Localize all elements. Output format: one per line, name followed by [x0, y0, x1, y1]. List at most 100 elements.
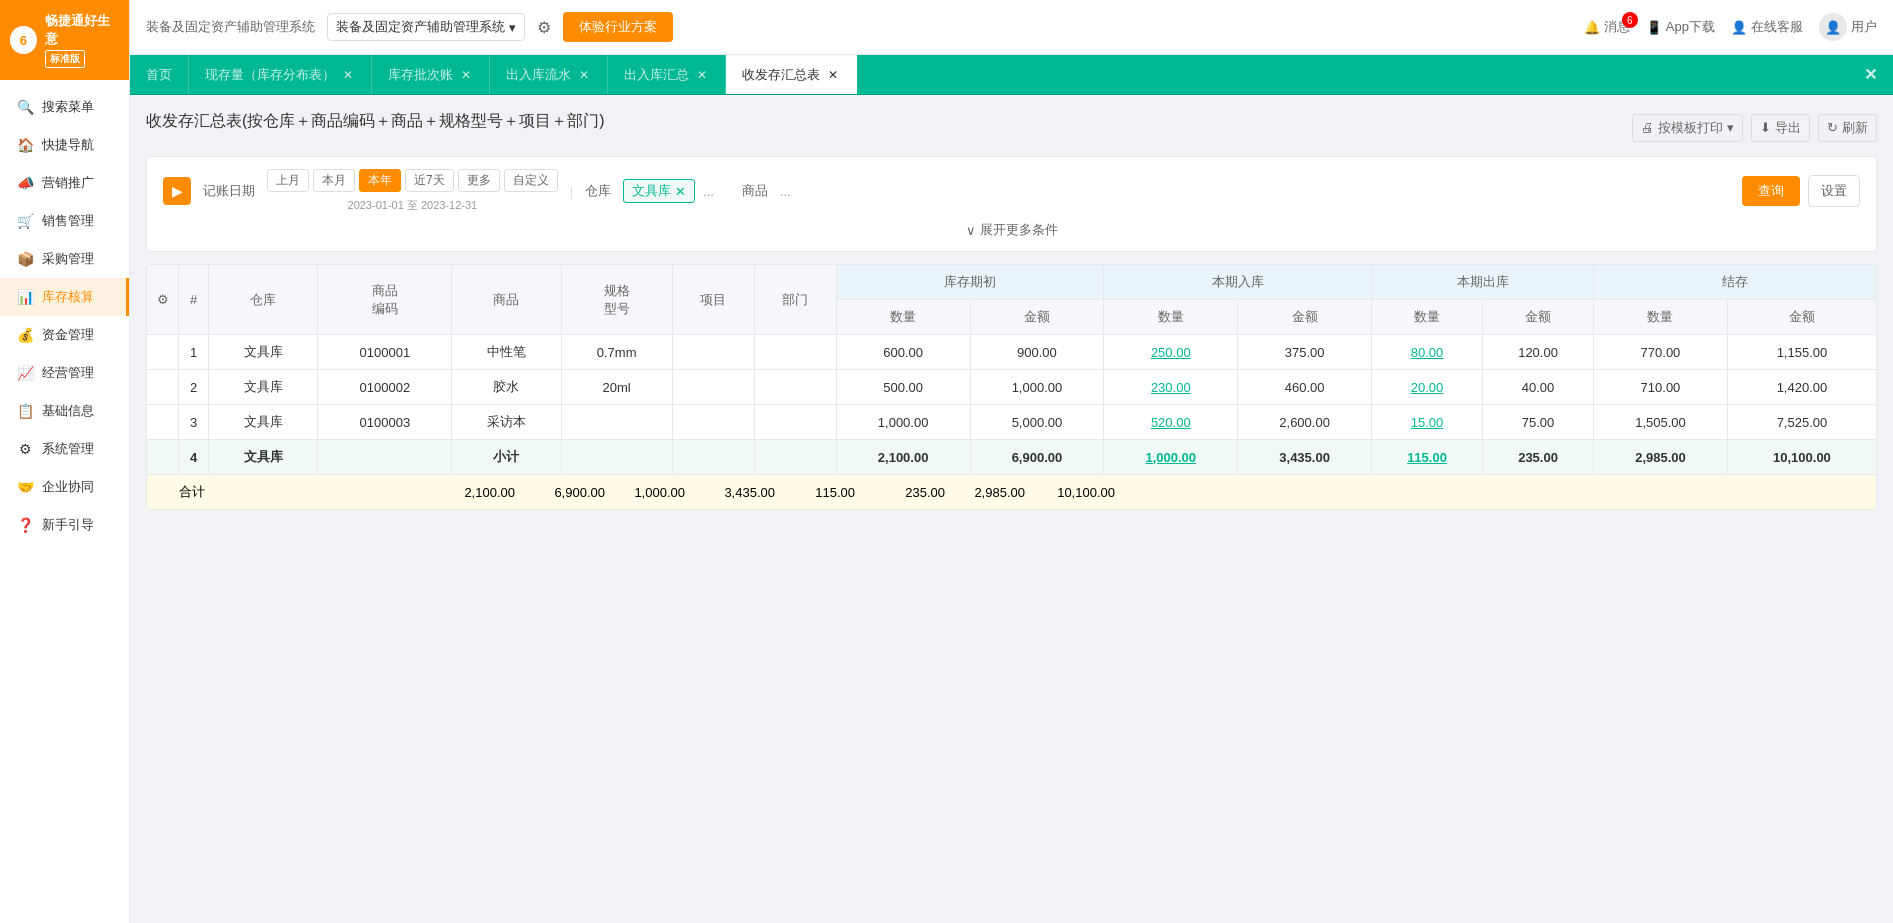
notifications-btn[interactable]: 🔔 消息 6 [1584, 18, 1630, 36]
table-container: ⚙ # 仓库 商品编码 商品 规格型号 项目 部门 库存期初 本期入库 本期出库… [146, 264, 1877, 510]
chevron-down-expand-icon: ∨ [966, 223, 976, 238]
trial-button[interactable]: 体验行业方案 [563, 12, 673, 42]
data-cell: 7,525.00 [1727, 405, 1876, 440]
link-cell[interactable]: 80.00 [1372, 335, 1483, 370]
tab-flow[interactable]: 出入库流水 ✕ [490, 55, 608, 95]
settings-icon[interactable]: ⚙ [537, 18, 551, 37]
date-btn-this-month[interactable]: 本月 [313, 169, 355, 192]
data-cell: 770.00 [1594, 335, 1728, 370]
sidebar-item-marketing[interactable]: 📣 营销推广 [0, 164, 129, 202]
filter-row-main: ▶ 记账日期 上月 本月 本年 近7天 更多 自定义 2023-01-01 至 … [163, 169, 1860, 213]
filter-collapse-btn[interactable]: ▶ [163, 177, 191, 205]
data-cell [672, 335, 754, 370]
tab-batch-close[interactable]: ✕ [459, 68, 473, 82]
sidebar-item-purchase[interactable]: 📦 采购管理 [0, 240, 129, 278]
col-open-amt-header: 金额 [970, 300, 1104, 335]
data-cell: 500.00 [836, 370, 970, 405]
header: 装备及固定资产辅助管理系统 装备及固定资产辅助管理系统 ▾ ⚙ 体验行业方案 🔔… [130, 0, 1893, 55]
sidebar-item-operations[interactable]: 📈 经营管理 [0, 354, 129, 392]
sidebar-item-system[interactable]: ⚙ 系统管理 [0, 430, 129, 468]
chevron-down-icon: ▾ [509, 20, 516, 35]
sidebar-item-guide[interactable]: ❓ 新手引导 [0, 506, 129, 544]
online-service-btn[interactable]: 👤 在线客服 [1731, 18, 1803, 36]
online-service-label: 在线客服 [1751, 18, 1803, 36]
data-cell: 小计 [452, 440, 561, 475]
link-cell[interactable]: 250.00 [1104, 335, 1238, 370]
sidebar-item-quick-nav[interactable]: 🏠 快捷导航 [0, 126, 129, 164]
date-btn-custom[interactable]: 自定义 [504, 169, 558, 192]
marketing-icon: 📣 [16, 174, 34, 192]
goods-dots[interactable]: ... [780, 184, 791, 199]
sidebar-item-finance[interactable]: 💰 资金管理 [0, 316, 129, 354]
tab-stock-dist-close[interactable]: ✕ [341, 68, 355, 82]
tab-stock-dist[interactable]: 现存量（库存分布表） ✕ [189, 55, 372, 95]
setting-button[interactable]: 设置 [1808, 175, 1860, 207]
tab-collect-summary-close[interactable]: ✕ [826, 68, 840, 82]
tab-batch[interactable]: 库存批次账 ✕ [372, 55, 490, 95]
sidebar-label-system: 系统管理 [42, 440, 94, 458]
sidebar-item-search[interactable]: 🔍 搜索菜单 [0, 88, 129, 126]
warehouse-filter: 文具库 ✕ ... [623, 179, 714, 203]
tabs-bar: 首页 现存量（库存分布表） ✕ 库存批次账 ✕ 出入库流水 ✕ 出入库汇总 ✕ … [130, 55, 1893, 95]
date-btn-last-month[interactable]: 上月 [267, 169, 309, 192]
col-in-amt-header: 金额 [1238, 300, 1372, 335]
tab-home[interactable]: 首页 [130, 55, 189, 95]
user-menu[interactable]: 👤 用户 [1819, 13, 1877, 41]
tab-stock-dist-label: 现存量（库存分布表） [205, 66, 335, 84]
close-all-tabs[interactable]: ✕ [1848, 65, 1893, 84]
data-cell: 4 [179, 440, 209, 475]
data-cell: 10,100.00 [1727, 440, 1876, 475]
print-btn[interactable]: 🖨 按模板打印 ▾ [1632, 114, 1743, 142]
row-settings [147, 335, 179, 370]
data-cell: 710.00 [1594, 370, 1728, 405]
col-warehouse-header: 仓库 [209, 265, 318, 335]
date-btn-7days[interactable]: 近7天 [405, 169, 454, 192]
sidebar-item-base-info[interactable]: 📋 基础信息 [0, 392, 129, 430]
link-cell[interactable]: 520.00 [1104, 405, 1238, 440]
data-cell [754, 335, 836, 370]
tab-flow-close[interactable]: ✕ [577, 68, 591, 82]
expand-more-btn[interactable]: ∨ 展开更多条件 [163, 221, 1860, 239]
sidebar-item-sales[interactable]: 🛒 销售管理 [0, 202, 129, 240]
data-cell: 0.7mm [561, 335, 672, 370]
service-icon: 👤 [1731, 20, 1747, 35]
sidebar-label-quick-nav: 快捷导航 [42, 136, 94, 154]
date-btn-more[interactable]: 更多 [458, 169, 500, 192]
sidebar-item-inventory[interactable]: 📊 库存核算 [0, 278, 129, 316]
col-balance-header: 结存 [1594, 265, 1877, 300]
logo-text: 畅捷通好生意 标准版 [45, 12, 119, 68]
link-cell[interactable]: 15.00 [1372, 405, 1483, 440]
system-selector[interactable]: 装备及固定资产辅助管理系统 ▾ [327, 13, 525, 41]
data-cell [561, 440, 672, 475]
link-cell[interactable]: 1,000.00 [1104, 440, 1238, 475]
sidebar-label-search: 搜索菜单 [42, 98, 94, 116]
data-cell: 中性笔 [452, 335, 561, 370]
tab-summary-close[interactable]: ✕ [695, 68, 709, 82]
app-download-btn[interactable]: 📱 App下载 [1646, 18, 1715, 36]
notification-badge: 6 [1622, 12, 1638, 28]
system-icon: ⚙ [16, 440, 34, 458]
data-cell: 1 [179, 335, 209, 370]
filter-divider-1: | [570, 184, 573, 199]
link-cell[interactable]: 230.00 [1104, 370, 1238, 405]
user-label: 用户 [1851, 18, 1877, 36]
warehouse-tag-close[interactable]: ✕ [675, 184, 686, 199]
finance-icon: 💰 [16, 326, 34, 344]
refresh-btn[interactable]: ↻ 刷新 [1818, 114, 1877, 142]
sidebar-item-enterprise[interactable]: 🤝 企业协同 [0, 468, 129, 506]
tab-summary[interactable]: 出入库汇总 ✕ [608, 55, 726, 95]
link-cell[interactable]: 115.00 [1372, 440, 1483, 475]
link-cell[interactable]: 20.00 [1372, 370, 1483, 405]
export-btn[interactable]: ⬇ 导出 [1751, 114, 1810, 142]
tab-collect-summary[interactable]: 收发存汇总表 ✕ [726, 55, 857, 95]
col-code-header: 商品编码 [318, 265, 452, 335]
query-button[interactable]: 查询 [1742, 176, 1800, 206]
app-download-label: App下载 [1666, 18, 1715, 36]
warehouse-dots[interactable]: ... [703, 184, 714, 199]
date-label: 记账日期 [203, 182, 255, 200]
guide-icon: ❓ [16, 516, 34, 534]
selector-text: 装备及固定资产辅助管理系统 [336, 18, 505, 36]
date-btn-this-year[interactable]: 本年 [359, 169, 401, 192]
col-spec-header: 规格型号 [561, 265, 672, 335]
data-cell: 胶水 [452, 370, 561, 405]
